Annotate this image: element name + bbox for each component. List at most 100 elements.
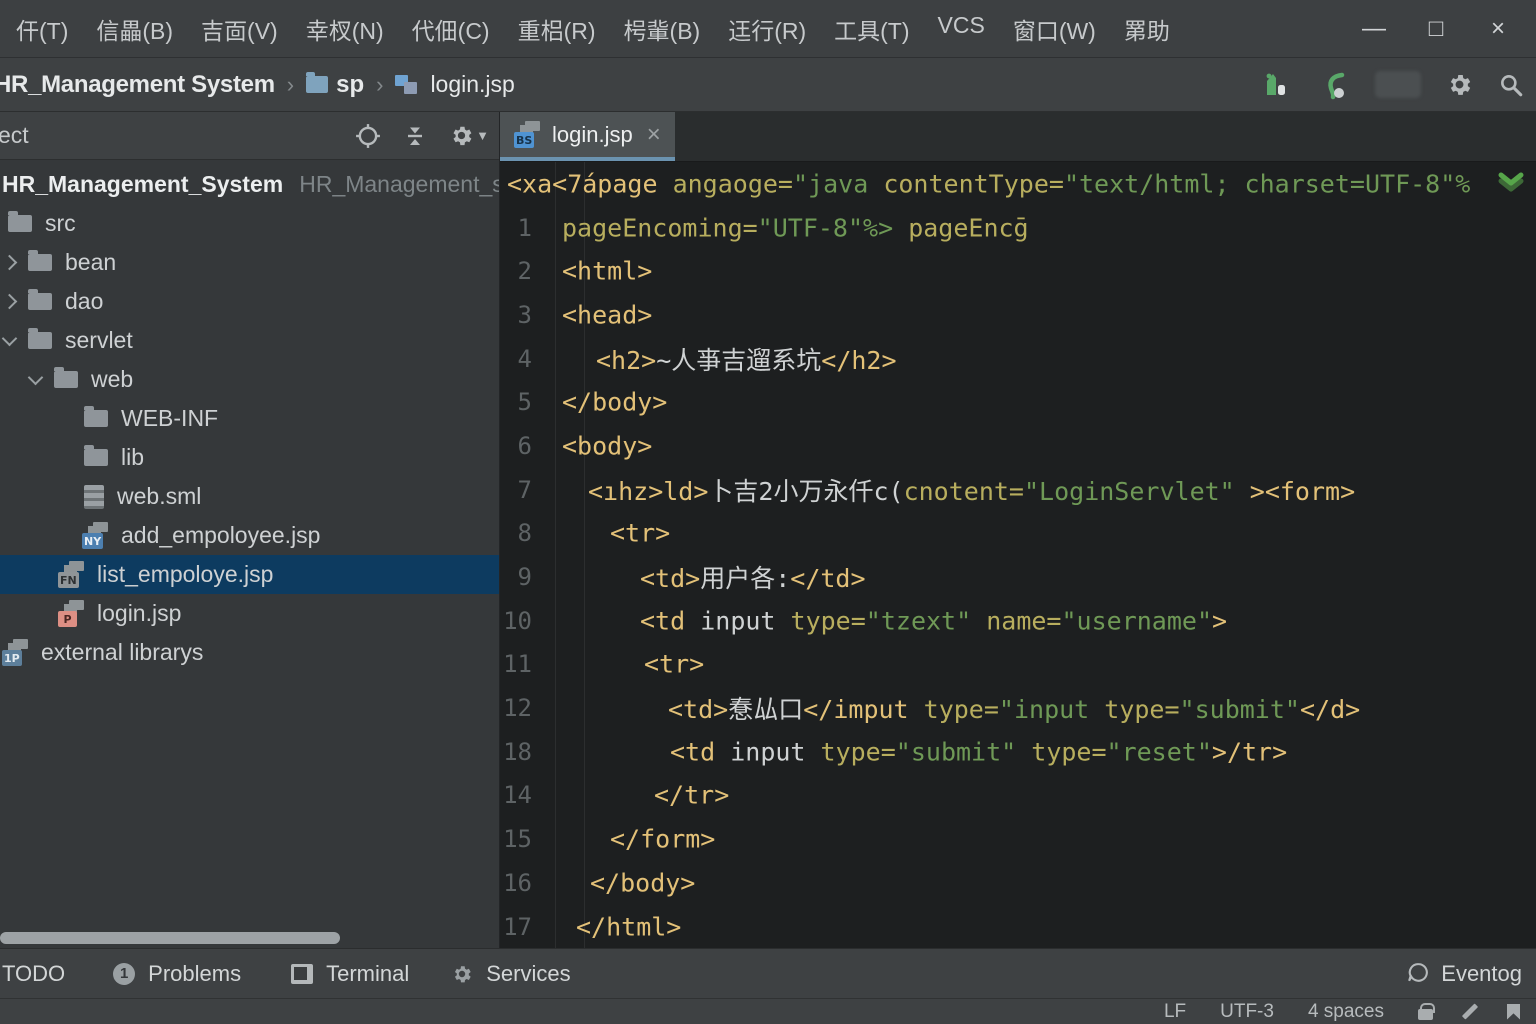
menu-item[interactable]: 工具(T) [820, 6, 923, 52]
code-line[interactable]: 1 pageEncoming="UTF-8"%> pageEncḡ [500, 206, 1536, 250]
chevron-down-icon[interactable] [1, 330, 18, 347]
vcs-update-icon[interactable] [1318, 69, 1350, 101]
tool-window-bar: TODO 1 Problems Terminal Services Eventog [0, 948, 1536, 998]
code-line[interactable]: 3 <head> [500, 293, 1536, 337]
tree-item-label: bean [65, 249, 117, 275]
code-line[interactable]: 15 </form> [500, 817, 1536, 861]
code-line[interactable]: 6 <body> [500, 424, 1536, 468]
jsp-file-icon: BS [514, 121, 541, 148]
bookmark-icon[interactable] [1507, 1003, 1520, 1020]
code-line[interactable]: 7 <ıhz>ld>卜吉2小万永仟c(cnotent="LoginServlet"… [500, 468, 1536, 512]
breadcrumb-folder[interactable]: sp [336, 71, 364, 99]
minimize-icon[interactable]: — [1350, 15, 1398, 43]
maximize-icon[interactable]: □ [1412, 15, 1460, 43]
edit-icon[interactable] [1461, 1003, 1479, 1020]
tool-window-button-todo[interactable]: TODO [2, 961, 65, 987]
menu-item[interactable]: 罤助 [1110, 6, 1184, 52]
tree-item-src[interactable]: src [0, 204, 499, 243]
folder-icon [28, 289, 52, 310]
tree-item-login-jsp[interactable]: Plogin.jsp [0, 594, 499, 633]
project-tree: HR_Management_System HR_Management_sysrc b… [0, 160, 499, 672]
code-text: </body> [590, 868, 696, 898]
tool-window-label: Problems [148, 960, 242, 986]
tool-window-button-problems[interactable]: 1 Problems [113, 961, 241, 987]
code-text: <td>惷厸口</imput type="input type="submit"… [668, 695, 1361, 725]
code-line[interactable]: 17 </html> [500, 905, 1536, 949]
code-line[interactable]: 9 <td>用户各:</td> [500, 555, 1536, 599]
tree-item-bean[interactable]: bean [0, 243, 499, 282]
lock-icon[interactable] [1418, 1002, 1435, 1020]
menu-item[interactable]: 幸杈(N) [292, 6, 398, 52]
code-line[interactable]: 14 </tr> [500, 774, 1536, 818]
locate-icon[interactable] [355, 123, 381, 149]
tree-item-dao[interactable]: dao [0, 282, 499, 321]
code-line[interactable]: 4 <h2>~人亊吉遛系坑</h2> [500, 337, 1536, 381]
run-config-chip[interactable] [1375, 71, 1421, 98]
menu-item[interactable]: 吉靣(V) [187, 6, 292, 52]
chevron-right-icon[interactable] [1, 293, 18, 310]
tree-item-label: servlet [65, 327, 133, 353]
menu-item[interactable]: 重梠(R) [504, 6, 610, 52]
chevron-right-icon[interactable] [1, 254, 18, 271]
balloon-icon [1406, 961, 1431, 986]
menu-item[interactable]: VCS [924, 6, 999, 52]
breadcrumb-file[interactable]: login.jsp [430, 71, 514, 98]
tool-window-label: Services [486, 960, 571, 986]
code-line[interactable]: 11 <tr> [500, 643, 1536, 687]
horizontal-scrollbar[interactable] [0, 932, 340, 944]
breadcrumb-project[interactable]: HR_Management System [0, 71, 275, 99]
code-text: </tr> [654, 780, 730, 810]
chevron-down-icon[interactable] [27, 369, 44, 386]
code-line[interactable]: <xa<7ápage angaoge="java contentType="te… [500, 162, 1536, 206]
menu-item[interactable]: 窗口(W) [999, 6, 1110, 52]
code-line[interactable]: 16 </body> [500, 861, 1536, 905]
tree-item-web-sml[interactable]: web.sml [0, 477, 499, 516]
tree-item-label: lib [121, 444, 145, 470]
close-icon[interactable]: × [1474, 15, 1522, 43]
code-line[interactable]: 5 </body> [500, 380, 1536, 424]
line-number: 1 [517, 213, 532, 242]
line-number: 4 [517, 344, 532, 373]
tree-item-list-empoloye-jsp[interactable]: FN list_empoloye.jsp [0, 555, 499, 594]
tree-item-hr-management-system[interactable]: HR_Management_System HR_Management_sy [0, 165, 499, 204]
menu-item[interactable]: 代佃(C) [398, 6, 504, 52]
menu-bar: 仠(T) 信畾(B) 吉靣(V) 幸杈(N) 代佃(C) 重梠(R) 枵軰(B) 迋行(R) 工… [0, 6, 1184, 52]
collapse-all-icon[interactable] [403, 123, 427, 149]
problems-icon: 1 [113, 962, 136, 985]
code-line[interactable]: 2 <html> [500, 249, 1536, 293]
code-area[interactable]: <xa<7ápage angaoge="java contentType="te… [500, 162, 1536, 949]
code-line[interactable]: 8 <tr> [500, 512, 1536, 556]
status-item-lf[interactable]: LF [1164, 1001, 1186, 1023]
menu-item[interactable]: 迋行(R) [714, 6, 820, 52]
menu-item[interactable]: 枵軰(B) [610, 6, 715, 52]
settings-icon[interactable] [449, 123, 474, 148]
status-item-utf-3[interactable]: UTF-3 [1220, 1001, 1274, 1023]
code-line[interactable]: 10 <td input type="tzext" name="username"… [500, 599, 1536, 643]
settings-icon[interactable] [1446, 71, 1473, 98]
tab-label: login.jsp [552, 121, 633, 147]
tool-window-button-services[interactable]: Services [451, 960, 571, 987]
tab-login-jsp[interactable]: BS login.jsp × [500, 112, 675, 161]
line-number: 14 [503, 781, 532, 810]
tree-item-add-empoloyee-jsp[interactable]: NY add_empoloyee.jsp [0, 516, 499, 555]
line-number: 11 [503, 650, 532, 679]
search-icon[interactable] [1498, 72, 1524, 98]
vcs-commit-icon[interactable] [1261, 69, 1293, 101]
status-item-4-spaces[interactable]: 4 spaces [1308, 1001, 1384, 1023]
menu-item[interactable]: 信畾(B) [82, 6, 187, 52]
tree-item-web[interactable]: web [0, 360, 499, 399]
code-line[interactable]: 12 <td>惷厸口</imput type="input type="submi… [500, 686, 1536, 730]
event-log-button[interactable]: Eventog [1406, 961, 1536, 987]
tree-item-external-librarys[interactable]: 1P external librarys [0, 633, 499, 672]
code-line[interactable]: 18 <td input type="submit" type="reset">/… [500, 730, 1536, 774]
tree-item-web-inf[interactable]: WEB-INF [0, 399, 499, 438]
menu-item[interactable]: 仠(T) [2, 6, 82, 52]
line-number: 8 [517, 519, 532, 548]
tree-item-label: src [45, 210, 76, 236]
code-text: <tr> [610, 518, 671, 548]
tree-item-lib[interactable]: lib [0, 438, 499, 477]
tool-window-button-terminal[interactable]: Terminal [291, 961, 409, 987]
tree-item-servlet[interactable]: servlet [0, 321, 499, 360]
code-text: <xa<7ápage angaoge="java contentType="te… [507, 169, 1471, 199]
close-tab-icon[interactable]: × [647, 121, 661, 149]
